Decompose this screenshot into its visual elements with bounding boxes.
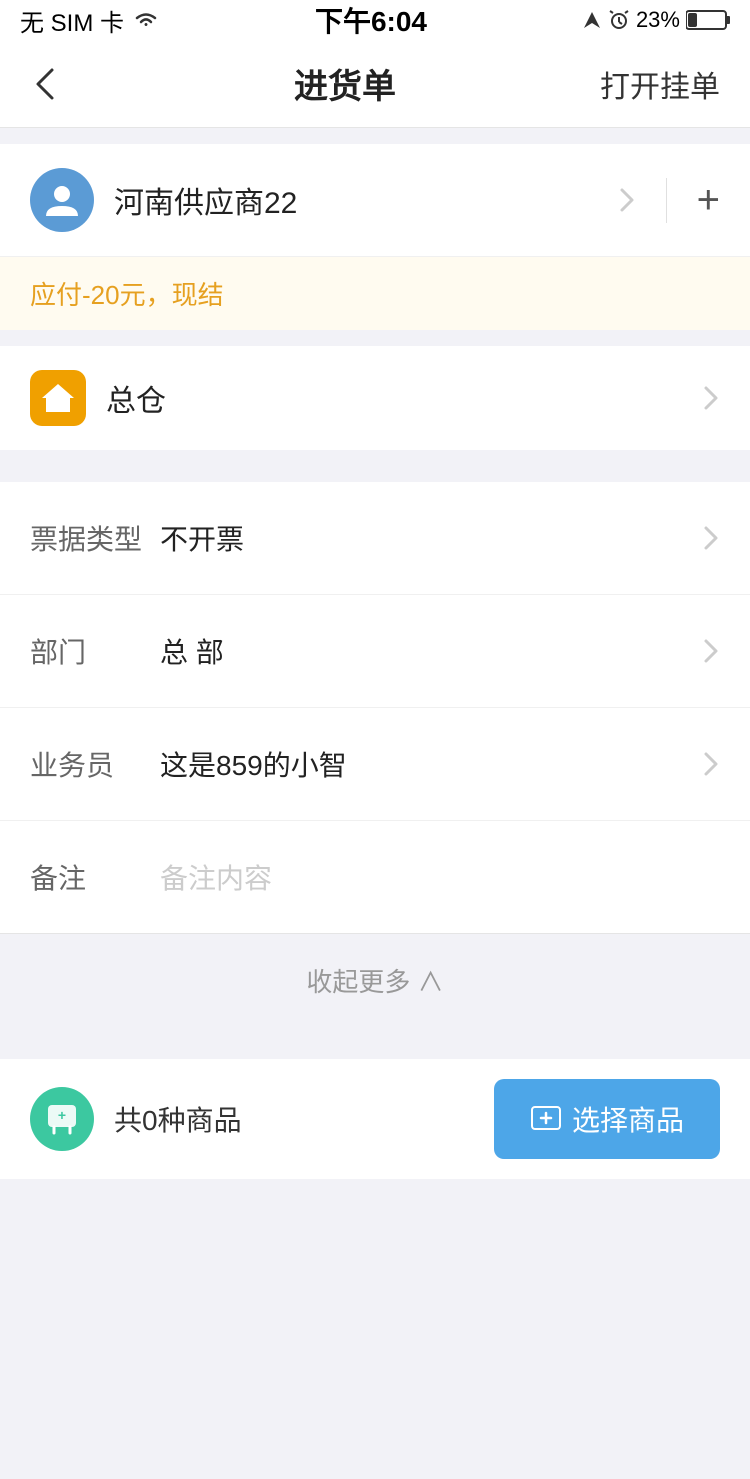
svg-text:+: + [58, 1107, 66, 1123]
battery-icon [686, 9, 730, 31]
wifi-icon [132, 10, 160, 30]
notice-text: 应付-20元，现结 [30, 280, 224, 310]
page-title: 进货单 [294, 59, 396, 108]
select-product-icon [530, 1105, 562, 1133]
salesperson-label: 业务员 [30, 744, 160, 784]
alarm-icon [608, 9, 630, 31]
no-sim-label: 无 SIM 卡 [20, 3, 124, 38]
status-right: 23% [582, 7, 730, 33]
cart-icon: + [44, 1101, 80, 1137]
salesperson-row[interactable]: 业务员 这是859的小智 [0, 708, 750, 821]
department-row[interactable]: 部门 总 部 [0, 595, 750, 708]
status-left: 无 SIM 卡 [20, 3, 160, 38]
supplier-section: 河南供应商22 + 应付-20元，现结 [0, 144, 750, 330]
background-fill [0, 1179, 750, 1479]
add-supplier-button[interactable]: + [666, 178, 720, 223]
collapse-text: 收起更多 ∧ [306, 967, 443, 997]
invoice-type-value: 不开票 [160, 518, 702, 558]
section-divider-3 [0, 466, 750, 482]
supplier-chevron-icon [618, 186, 636, 214]
select-product-button[interactable]: 选择商品 [494, 1079, 720, 1159]
supplier-row[interactable]: 河南供应商22 + [0, 144, 750, 257]
warehouse-chevron-icon [702, 384, 720, 412]
collapse-more-button[interactable]: 收起更多 ∧ [0, 933, 750, 1027]
warehouse-row[interactable]: 总仓 [0, 346, 750, 450]
invoice-type-chevron [702, 524, 720, 552]
person-icon [42, 180, 82, 220]
status-time: 下午6:04 [315, 0, 427, 40]
select-product-label: 选择商品 [572, 1099, 684, 1139]
product-icon: + [30, 1087, 94, 1151]
remark-placeholder: 备注内容 [160, 857, 720, 897]
invoice-type-label: 票据类型 [30, 518, 160, 558]
house-icon [40, 380, 76, 416]
product-bar: + 共0种商品 选择商品 [0, 1059, 750, 1179]
form-section: 票据类型 不开票 部门 总 部 业务员 这是859的小智 [0, 466, 750, 933]
section-divider-2 [0, 330, 750, 346]
nav-bar: 进货单 打开挂单 [0, 40, 750, 128]
salesperson-value: 这是859的小智 [160, 744, 702, 784]
remark-row[interactable]: 备注 备注内容 [0, 821, 750, 933]
status-bar: 无 SIM 卡 下午6:04 23% [0, 0, 750, 40]
supplier-name: 河南供应商22 [114, 178, 618, 222]
notice-banner: 应付-20元，现结 [0, 257, 750, 330]
department-label: 部门 [30, 631, 160, 671]
product-count: 共0种商品 [114, 1099, 494, 1139]
section-divider-4 [0, 1027, 750, 1043]
department-value: 总 部 [160, 631, 702, 671]
remark-label: 备注 [30, 857, 160, 897]
invoice-type-row[interactable]: 票据类型 不开票 [0, 482, 750, 595]
open-pending-button[interactable]: 打开挂单 [600, 62, 720, 106]
back-button[interactable] [30, 62, 90, 106]
salesperson-chevron [702, 750, 720, 778]
section-divider-1 [0, 128, 750, 144]
warehouse-icon [30, 370, 86, 426]
warehouse-name: 总仓 [106, 376, 702, 420]
location-icon [582, 10, 602, 30]
department-chevron [702, 637, 720, 665]
supplier-avatar [30, 168, 94, 232]
battery-label: 23% [636, 7, 680, 33]
